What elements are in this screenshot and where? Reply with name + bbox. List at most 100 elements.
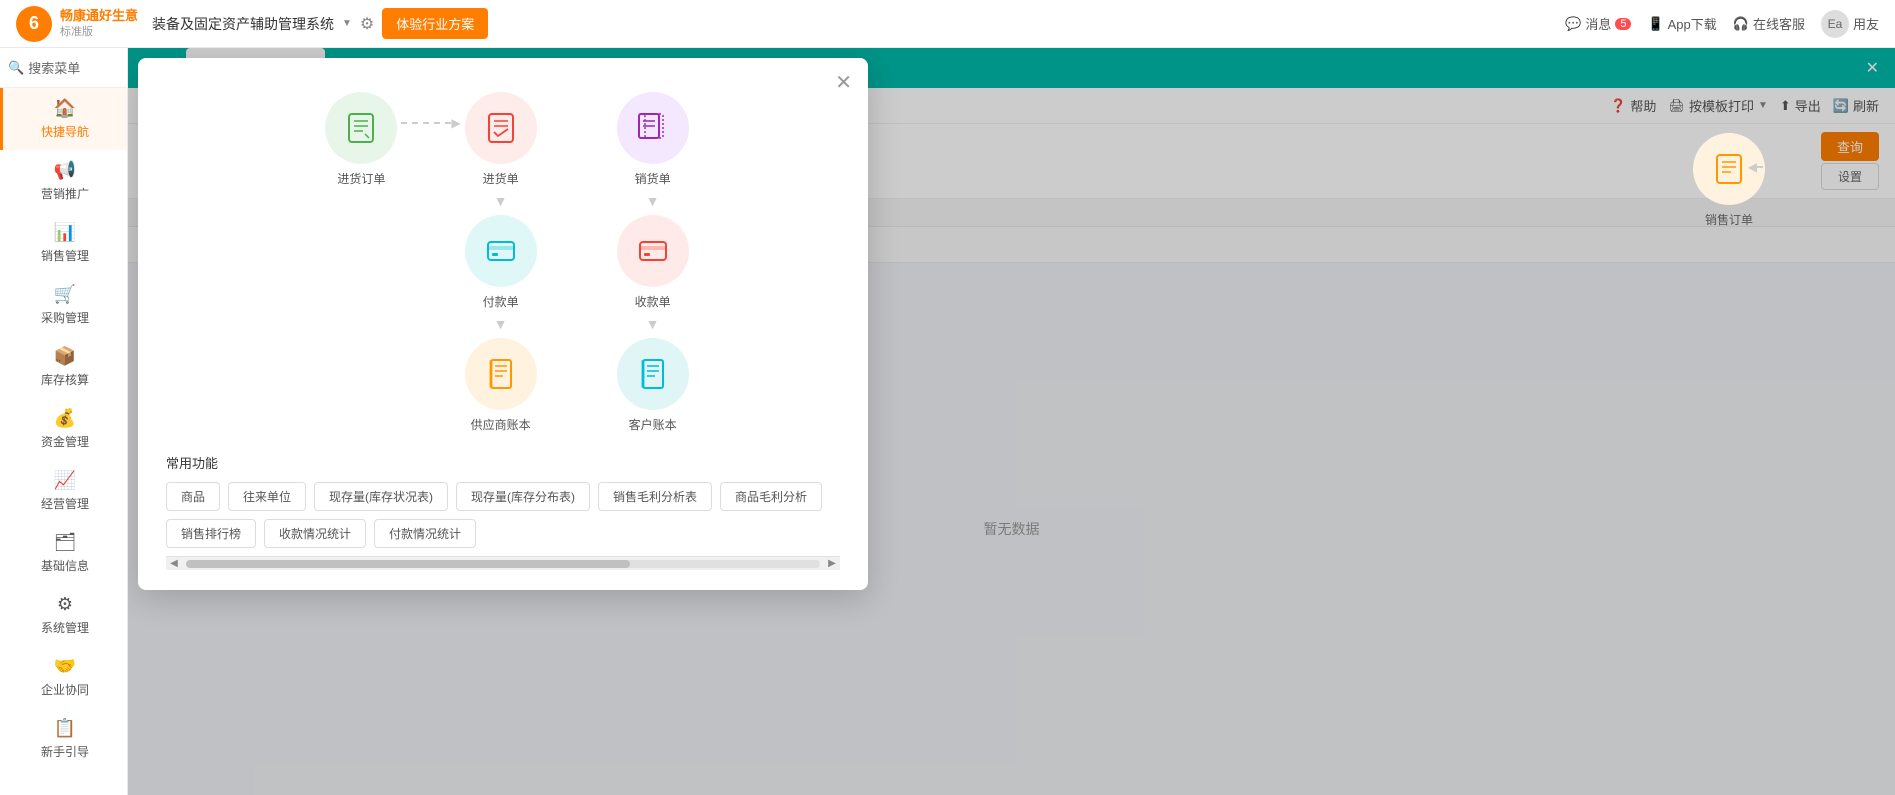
user-btn[interactable]: Ea 用友 (1821, 10, 1879, 38)
marketing-icon: 📢 (54, 160, 76, 181)
basic-icon: 🗂 (54, 532, 77, 553)
customer-ledger-circle (617, 338, 689, 410)
sales-icon: 📊 (54, 222, 76, 243)
arrow-1-2: ▶ (397, 116, 464, 130)
sidebar-item-finance[interactable]: 💰 资金管理 (0, 398, 127, 460)
collab-icon: 🤝 (54, 656, 76, 677)
sidebar-item-label-operations: 经营管理 (41, 495, 89, 512)
logo-area: 6 畅康通好生意 标准版 (16, 6, 144, 42)
sales-slip-circle (617, 92, 689, 164)
try-btn[interactable]: 体验行业方案 (382, 8, 488, 39)
message-btn[interactable]: 💬 消息 5 (1565, 14, 1631, 33)
app-icon: 📱 (1647, 16, 1663, 32)
supplier-ledger-circle (465, 338, 537, 410)
sidebar-item-quicknav[interactable]: 🏠 快捷导航 (0, 88, 127, 150)
sales-slip-label: 销货单 (635, 170, 671, 187)
operations-icon: 📈 (54, 470, 76, 491)
arrow-down-3: ▼ (646, 187, 660, 215)
customer-ledger-label: 客户账本 (629, 416, 677, 433)
sidebar-item-sales[interactable]: 📊 销售管理 (0, 212, 127, 274)
common-func-title: 常用功能 (166, 453, 840, 472)
search-icon: 🔍 (8, 60, 24, 76)
func-btn-pay-stat[interactable]: 付款情况统计 (374, 519, 476, 548)
sidebar-item-label-quicknav: 快捷导航 (41, 123, 89, 140)
settings-icon[interactable]: ⚙ (360, 14, 374, 34)
app-download-btn[interactable]: 📱 App下载 (1647, 14, 1716, 33)
flow-item-supplier-ledger[interactable]: 供应商账本 (465, 338, 537, 433)
func-btn-partner[interactable]: 往来单位 (228, 482, 306, 511)
flow-item-purchase-order[interactable]: 进货订单 (325, 92, 397, 187)
sidebar-item-operations[interactable]: 📈 经营管理 (0, 460, 127, 522)
message-label: 消息 (1585, 14, 1611, 33)
sidebar-item-system[interactable]: ⚙ 系统管理 (0, 584, 127, 646)
service-icon: 🎧 (1733, 16, 1749, 32)
message-badge: 5 (1615, 18, 1631, 30)
func-btn-product-margin[interactable]: 商品毛利分析 (720, 482, 822, 511)
sidebar-item-guide[interactable]: 📋 新手引导 (0, 708, 127, 770)
arrow-down-1: ▼ (494, 187, 508, 215)
flow-item-sales-order[interactable]: 销售订单 (1693, 133, 1765, 228)
common-functions: 常用功能 商品 往来单位 现存量(库存状况表) 现存量(库存分布表) 销售毛利分… (166, 453, 840, 548)
flow-col-2: 进货单 ▼ 付款单 ▼ (465, 92, 537, 433)
func-btn-stock-dist[interactable]: 现存量(库存分布表) (456, 482, 590, 511)
sales-order-label: 销售订单 (1705, 211, 1753, 228)
user-label: 用友 (1853, 14, 1879, 33)
top-bar: 6 畅康通好生意 标准版 装备及固定资产辅助管理系统 ▼ ⚙ 体验行业方案 💬 … (0, 0, 1895, 48)
scroll-right-btn[interactable]: ▶ (824, 557, 840, 571)
sidebar-item-collab[interactable]: 🤝 企业协同 (0, 646, 127, 708)
purchase-slip-label: 进货单 (483, 170, 519, 187)
service-label: 在线客服 (1753, 14, 1805, 33)
func-row-2: 销售排行榜 收款情况统计 付款情况统计 (166, 519, 840, 548)
sidebar-item-label-basic: 基础信息 (41, 557, 89, 574)
inventory-icon: 📦 (54, 346, 76, 367)
scroll-thumb[interactable] (186, 560, 630, 568)
purchase-order-label: 进货订单 (337, 170, 385, 187)
func-row-1: 商品 往来单位 现存量(库存状况表) 现存量(库存分布表) 销售毛利分析表 商品… (166, 482, 840, 511)
avatar: Ea (1821, 10, 1849, 38)
sidebar-item-label-marketing: 营销推广 (41, 185, 89, 202)
service-btn[interactable]: 🎧 在线客服 (1733, 14, 1805, 33)
sidebar-item-label-inventory: 库存核算 (41, 371, 89, 388)
sidebar-item-label-sales: 销售管理 (41, 247, 89, 264)
logo-line1: 畅康通好生意 (60, 8, 138, 25)
func-btn-recv-stat[interactable]: 收款情况统计 (264, 519, 366, 548)
receipt-circle (617, 215, 689, 287)
flow-diagram: 进货订单 ▶ (166, 82, 840, 449)
popup-overlay: ✕ 进货订单 (128, 48, 1895, 795)
flow-item-sales-slip[interactable]: 销货单 (617, 92, 689, 187)
scroll-left-btn[interactable]: ◀ (166, 557, 182, 571)
top-bar-actions: 💬 消息 5 📱 App下载 🎧 在线客服 Ea 用友 (1565, 10, 1879, 38)
system-icon: ⚙ (57, 594, 73, 615)
content-area: 首页 销售订单执行表 ✕ ✕ ❓ 帮助 🖨 按模板打印 (128, 48, 1895, 795)
payment-label: 付款单 (483, 293, 519, 310)
func-btn-sales-rank[interactable]: 销售排行榜 (166, 519, 256, 548)
sidebar-item-label-collab: 企业协同 (41, 681, 89, 698)
system-title: 装备及固定资产辅助管理系统 (152, 14, 334, 34)
purchase-order-circle (325, 92, 397, 164)
sidebar-item-marketing[interactable]: 📢 营销推广 (0, 150, 127, 212)
scroll-bar: ◀ ▶ (166, 556, 840, 570)
scroll-track (186, 560, 820, 568)
flow-col-1: 进货订单 (325, 92, 397, 187)
logo-line2: 标准版 (60, 25, 138, 39)
finance-icon: 💰 (54, 408, 76, 429)
arrow-order-to-slip: ◀ (1748, 160, 1807, 174)
func-btn-stock-status[interactable]: 现存量(库存状况表) (314, 482, 448, 511)
sidebar-item-basic[interactable]: 🗂 基础信息 (0, 522, 127, 584)
func-btn-product[interactable]: 商品 (166, 482, 220, 511)
flow-item-payment[interactable]: 付款单 (465, 215, 537, 310)
quicknav-icon: 🏠 (54, 98, 76, 119)
sidebar-item-label-finance: 资金管理 (41, 433, 89, 450)
sidebar-item-purchase[interactable]: 🛒 采购管理 (0, 274, 127, 336)
logo-icon: 6 (16, 6, 52, 42)
sidebar: 🔍 搜索菜单 🏠 快捷导航 📢 营销推广 📊 销售管理 🛒 采购管理 📦 (0, 48, 128, 795)
sidebar-item-inventory[interactable]: 📦 库存核算 (0, 336, 127, 398)
sidebar-search[interactable]: 🔍 搜索菜单 (0, 48, 127, 88)
flow-item-purchase-slip[interactable]: 进货单 (465, 92, 537, 187)
popup-close-btn[interactable]: ✕ (835, 70, 852, 95)
func-btn-sales-margin[interactable]: 销售毛利分析表 (598, 482, 712, 511)
search-label: 搜索菜单 (28, 58, 80, 77)
system-dropdown-icon[interactable]: ▼ (342, 18, 352, 29)
flow-item-customer-ledger[interactable]: 客户账本 (617, 338, 689, 433)
flow-item-receipt[interactable]: 收款单 (617, 215, 689, 310)
